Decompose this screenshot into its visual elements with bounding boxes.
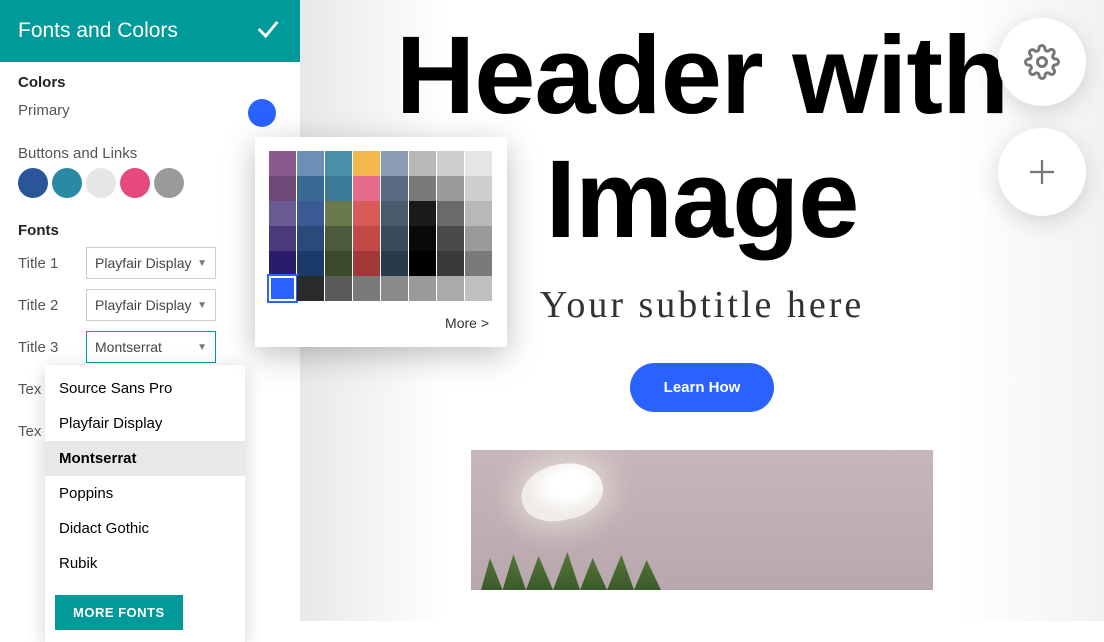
font-option[interactable]: Source Sans Pro bbox=[45, 371, 245, 406]
chevron-down-icon: ▼ bbox=[197, 300, 207, 311]
color-cell[interactable] bbox=[297, 151, 324, 176]
font-row-label: Title 3 bbox=[18, 339, 78, 356]
chevron-down-icon: ▼ bbox=[197, 258, 207, 269]
color-cell[interactable] bbox=[353, 176, 380, 201]
color-cell[interactable] bbox=[381, 176, 408, 201]
color-cell[interactable] bbox=[465, 251, 492, 276]
plant-graphic bbox=[481, 550, 661, 590]
color-grid bbox=[269, 151, 493, 301]
color-cell[interactable] bbox=[325, 151, 352, 176]
font-dropdown: Source Sans ProPlayfair DisplayMontserra… bbox=[45, 365, 245, 642]
color-cell[interactable] bbox=[465, 201, 492, 226]
font-option[interactable]: Didact Gothic bbox=[45, 511, 245, 546]
color-cell[interactable] bbox=[269, 176, 296, 201]
color-cell[interactable] bbox=[269, 276, 296, 301]
color-cell[interactable] bbox=[409, 276, 436, 301]
color-cell[interactable] bbox=[353, 251, 380, 276]
color-cell[interactable] bbox=[353, 151, 380, 176]
button-color-swatches bbox=[18, 168, 282, 198]
hero-title-line2: Image bbox=[546, 138, 859, 261]
color-cell[interactable] bbox=[465, 276, 492, 301]
panel-header: Fonts and Colors bbox=[0, 0, 300, 62]
color-cell[interactable] bbox=[409, 226, 436, 251]
color-cell[interactable] bbox=[353, 276, 380, 301]
color-cell[interactable] bbox=[409, 251, 436, 276]
color-cell[interactable] bbox=[409, 151, 436, 176]
color-cell[interactable] bbox=[437, 151, 464, 176]
font-row-label: Title 2 bbox=[18, 297, 78, 314]
color-cell[interactable] bbox=[437, 276, 464, 301]
hero-title-line1: Header with bbox=[396, 14, 1008, 137]
color-cell[interactable] bbox=[297, 251, 324, 276]
color-cell[interactable] bbox=[297, 201, 324, 226]
font-option[interactable]: Poppins bbox=[45, 476, 245, 511]
color-cell[interactable] bbox=[269, 251, 296, 276]
plus-icon bbox=[1024, 154, 1060, 190]
lamp-graphic bbox=[516, 456, 608, 528]
color-cell[interactable] bbox=[297, 226, 324, 251]
color-cell[interactable] bbox=[269, 151, 296, 176]
color-cell[interactable] bbox=[325, 201, 352, 226]
confirm-icon[interactable] bbox=[254, 15, 282, 48]
color-cell[interactable] bbox=[409, 176, 436, 201]
fonts-section-title: Fonts bbox=[18, 222, 282, 239]
buttons-links-label: Buttons and Links bbox=[18, 145, 282, 162]
hero-image[interactable] bbox=[471, 450, 933, 590]
font-row: Title 1 Playfair Display▼ bbox=[18, 247, 282, 279]
font-option[interactable]: Playfair Display bbox=[45, 406, 245, 441]
font-select[interactable]: Playfair Display▼ bbox=[86, 289, 216, 321]
color-cell[interactable] bbox=[437, 226, 464, 251]
color-cell[interactable] bbox=[381, 226, 408, 251]
add-fab[interactable] bbox=[998, 128, 1086, 216]
color-cell[interactable] bbox=[381, 251, 408, 276]
color-cell[interactable] bbox=[325, 251, 352, 276]
gear-icon bbox=[1024, 44, 1060, 80]
settings-fab[interactable] bbox=[998, 18, 1086, 106]
color-cell[interactable] bbox=[325, 226, 352, 251]
chevron-down-icon: ▼ bbox=[197, 342, 207, 353]
color-cell[interactable] bbox=[325, 176, 352, 201]
color-cell[interactable] bbox=[437, 176, 464, 201]
font-select[interactable]: Montserrat▼ bbox=[86, 331, 216, 363]
color-cell[interactable] bbox=[465, 176, 492, 201]
font-row-label: Title 1 bbox=[18, 255, 78, 272]
color-cell[interactable] bbox=[325, 276, 352, 301]
font-option[interactable]: Montserrat bbox=[45, 441, 245, 476]
color-cell[interactable] bbox=[437, 201, 464, 226]
font-row: Title 3 Montserrat▼ bbox=[18, 331, 282, 363]
color-cell[interactable] bbox=[269, 226, 296, 251]
color-swatch[interactable] bbox=[52, 168, 82, 198]
color-cell[interactable] bbox=[381, 151, 408, 176]
color-cell[interactable] bbox=[409, 201, 436, 226]
color-picker-popover: More > bbox=[255, 137, 507, 347]
font-option[interactable]: Rubik bbox=[45, 546, 245, 581]
color-swatch[interactable] bbox=[86, 168, 116, 198]
color-swatch[interactable] bbox=[18, 168, 48, 198]
color-swatch[interactable] bbox=[154, 168, 184, 198]
color-cell[interactable] bbox=[465, 226, 492, 251]
color-swatch[interactable] bbox=[120, 168, 150, 198]
color-cell[interactable] bbox=[297, 176, 324, 201]
color-cell[interactable] bbox=[381, 201, 408, 226]
more-colors-link[interactable]: More > bbox=[269, 301, 493, 333]
primary-label: Primary bbox=[18, 102, 70, 119]
color-cell[interactable] bbox=[381, 276, 408, 301]
color-cell[interactable] bbox=[437, 251, 464, 276]
colors-section-title: Colors bbox=[18, 74, 282, 91]
more-fonts-button[interactable]: MORE FONTS bbox=[55, 595, 183, 630]
color-cell[interactable] bbox=[353, 201, 380, 226]
cta-button[interactable]: Learn How bbox=[630, 363, 775, 412]
color-cell[interactable] bbox=[353, 226, 380, 251]
color-cell[interactable] bbox=[465, 151, 492, 176]
panel-title: Fonts and Colors bbox=[18, 19, 178, 43]
font-row: Title 2 Playfair Display▼ bbox=[18, 289, 282, 321]
font-select[interactable]: Playfair Display▼ bbox=[86, 247, 216, 279]
primary-color-swatch[interactable] bbox=[248, 99, 276, 127]
hero-subtitle[interactable]: Your subtitle here bbox=[540, 283, 865, 327]
color-cell[interactable] bbox=[297, 276, 324, 301]
color-cell[interactable] bbox=[269, 201, 296, 226]
